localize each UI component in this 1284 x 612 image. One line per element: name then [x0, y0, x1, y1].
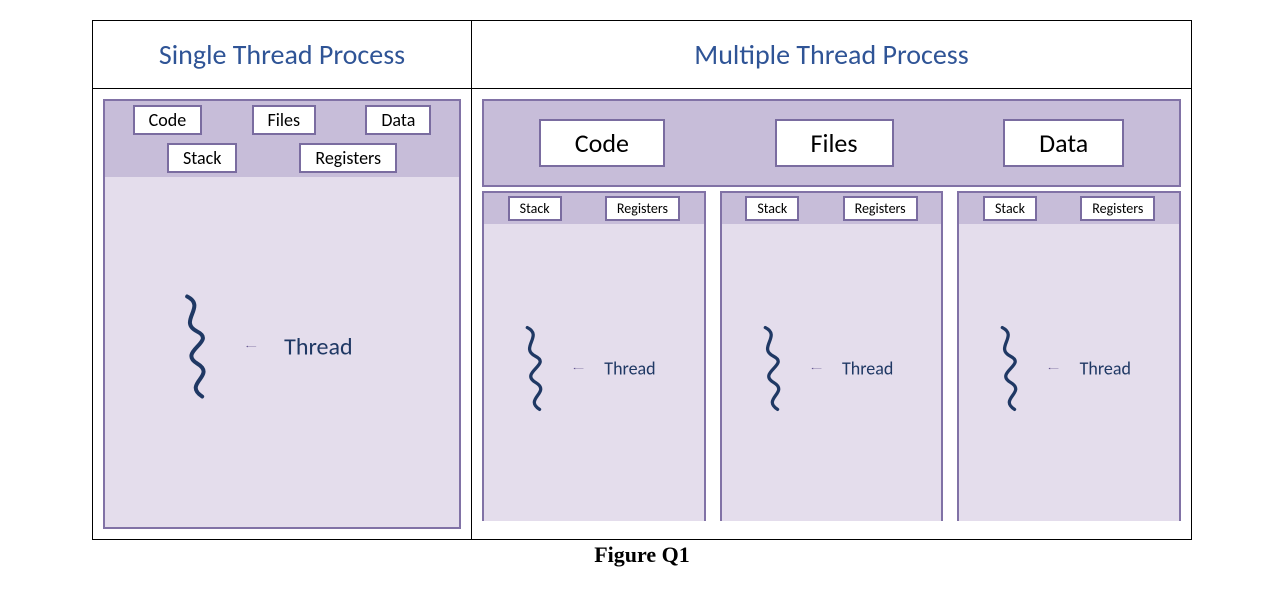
mt1-area: Thread: [484, 224, 704, 521]
mt2-registers: Registers: [843, 196, 918, 221]
multi-thread-body: Code Files Data Stack Registers: [472, 89, 1192, 540]
mt2-area: Thread: [722, 224, 942, 521]
arrow-left-icon: [798, 367, 834, 369]
single-thread-area: Thread: [105, 177, 459, 527]
mt3-registers: Registers: [1080, 196, 1155, 221]
mt2-band: Stack Registers: [722, 193, 942, 224]
mt1-stack: Stack: [508, 196, 562, 221]
single-shared-band-1: Code Files Data: [105, 101, 459, 139]
mt3-stack: Stack: [983, 196, 1037, 221]
single-process-card: Code Files Data Stack Registers: [103, 99, 461, 529]
mt3-band: Stack Registers: [959, 193, 1179, 224]
header-multi: Multiple Thread Process: [472, 20, 1192, 89]
header-row: Single Thread Process Multiple Thread Pr…: [92, 20, 1192, 89]
thread-squiggle-icon: [756, 323, 790, 413]
mt1-label: Thread: [604, 357, 655, 379]
mt1-registers: Registers: [605, 196, 680, 221]
mt1-band: Stack Registers: [484, 193, 704, 224]
figure-caption: Figure Q1: [92, 542, 1192, 568]
mt2-stack: Stack: [745, 196, 799, 221]
chip-files: Files: [252, 105, 317, 135]
multi-thread-col-3: Stack Registers Thread: [957, 191, 1181, 521]
single-thread-body: Code Files Data Stack Registers: [92, 89, 472, 540]
chip-data: Data: [365, 105, 431, 135]
chip-registers: Registers: [299, 143, 397, 173]
thread-squiggle-icon: [518, 323, 552, 413]
mt2-label: Thread: [842, 357, 893, 379]
header-single: Single Thread Process: [92, 20, 472, 89]
single-shared-band-2: Stack Registers: [105, 139, 459, 177]
body-row: Code Files Data Stack Registers: [92, 89, 1192, 540]
thread-squiggle-icon: [176, 292, 218, 402]
single-thread-block: Thread: [176, 292, 352, 402]
multi-thread-columns: Stack Registers Thread: [482, 191, 1181, 539]
thread-squiggle-icon: [994, 323, 1028, 413]
mt1-block: Thread: [518, 323, 655, 413]
arrow-left-icon: [1036, 367, 1072, 369]
multi-shared-band: Code Files Data: [482, 99, 1181, 187]
mt3-area: Thread: [959, 224, 1179, 521]
chip-stack: Stack: [167, 143, 238, 173]
chip-files-multi: Files: [775, 119, 894, 167]
chip-data-multi: Data: [1003, 119, 1124, 167]
multi-thread-col-2: Stack Registers Thread: [720, 191, 944, 521]
mt3-block: Thread: [994, 323, 1131, 413]
arrow-left-icon: [560, 367, 596, 369]
single-thread-label: Thread: [284, 332, 352, 361]
mt3-label: Thread: [1080, 357, 1131, 379]
chip-code: Code: [133, 105, 203, 135]
chip-code-multi: Code: [539, 119, 665, 167]
arrow-left-icon: [226, 346, 276, 348]
multi-thread-col-1: Stack Registers Thread: [482, 191, 706, 521]
thread-process-diagram: Single Thread Process Multiple Thread Pr…: [92, 20, 1192, 568]
mt2-block: Thread: [756, 323, 893, 413]
